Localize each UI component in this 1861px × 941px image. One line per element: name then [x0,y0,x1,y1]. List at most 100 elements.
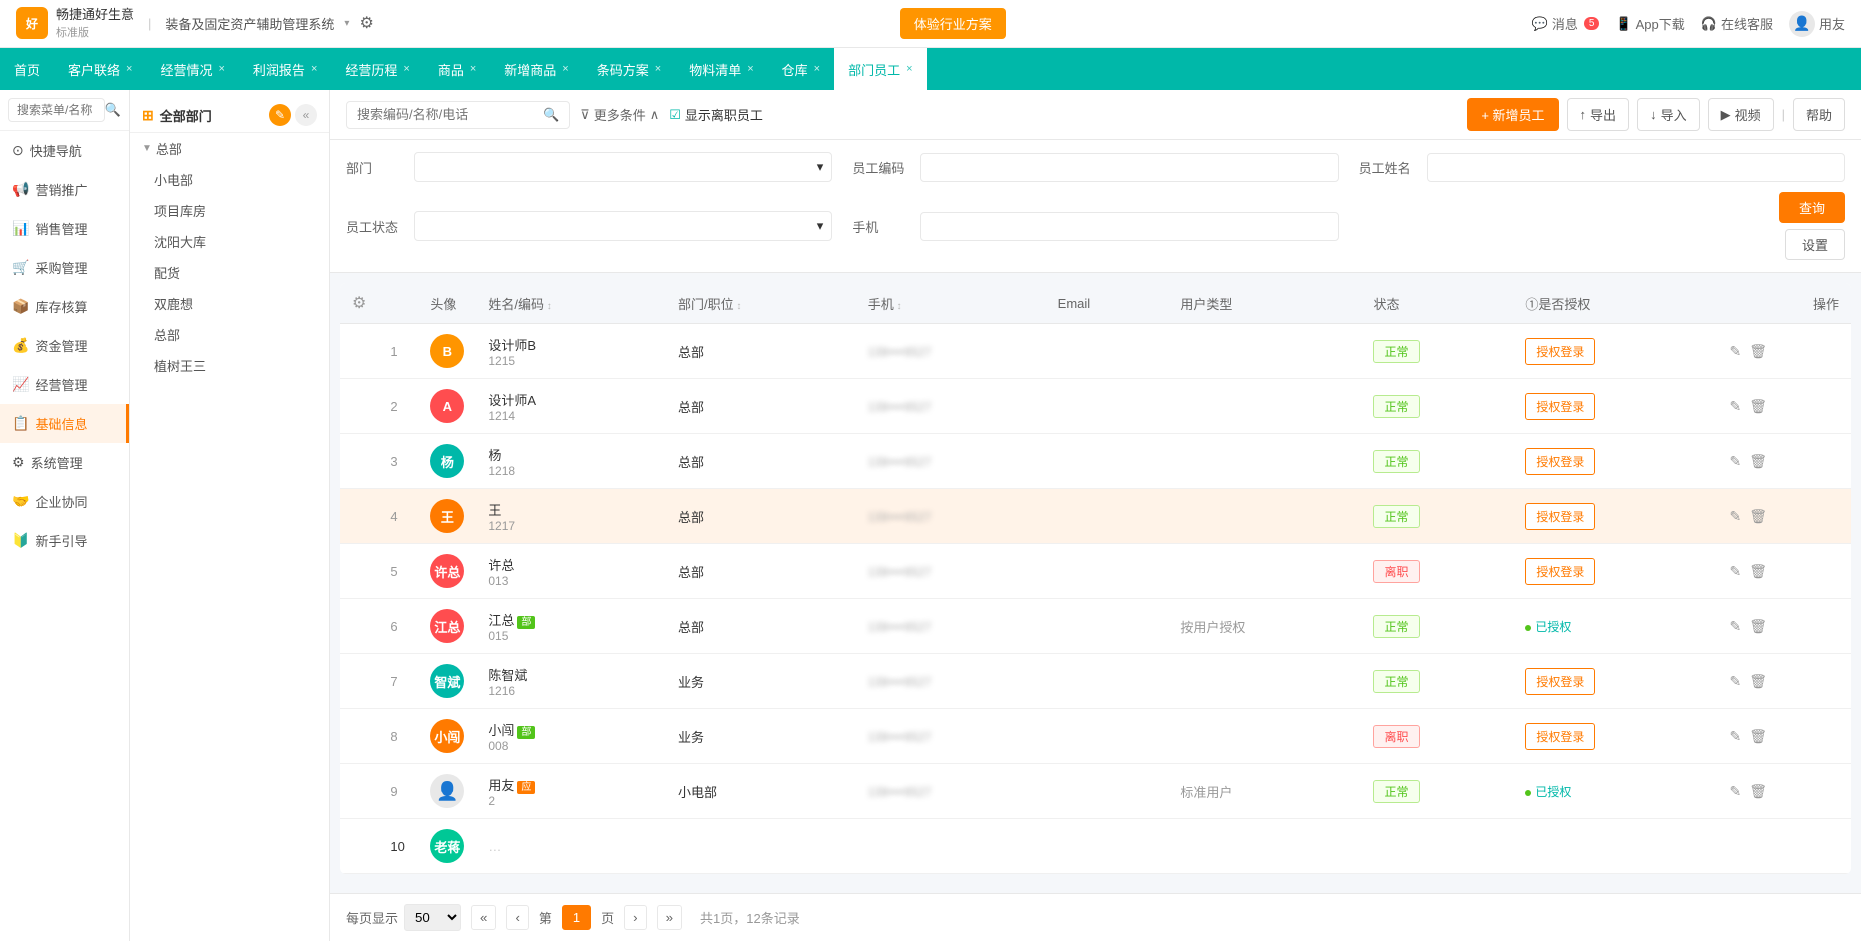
edit-icon[interactable]: ✎ [1729,673,1741,690]
nav-item-首页[interactable]: 首页 [0,48,54,90]
delete-icon[interactable]: 🗑 [1749,398,1767,415]
nav-item-经营情况[interactable]: 经营情况× [146,48,238,90]
th-dept[interactable]: 部门/职位 [666,283,856,324]
sidebar-item-guide[interactable]: 🔰新手引导 [0,521,129,560]
sidebar-item-inventory[interactable]: 📦库存核算 [0,287,129,326]
tree-collapse-btn[interactable]: « [295,104,317,126]
tree-node[interactable]: 沈阳大库 [130,226,329,257]
tree-node[interactable]: 植树王三 [130,350,329,381]
auth-button[interactable]: 授权登录 [1525,668,1595,695]
dept-select[interactable]: ▾ [414,152,832,182]
message-btn[interactable]: 💬 消息 5 [1532,14,1600,33]
page-size-select[interactable]: 50 100 [404,904,461,931]
sidebar-item-marketing[interactable]: 📢营销推广 [0,170,129,209]
more-filters-btn[interactable]: ⊽ 更多条件 ∧ [580,105,659,124]
tree-add-btn[interactable]: ✎ [269,104,291,126]
sidebar-item-quick-nav[interactable]: ⊙快捷导航 [0,131,129,170]
tree-node[interactable]: ▼ 总部 [130,133,329,164]
nav-close-icon[interactable]: × [470,63,476,75]
export-button[interactable]: ↑ 导出 [1567,98,1630,131]
nav-close-icon[interactable]: × [311,63,317,75]
edit-icon[interactable]: ✎ [1729,563,1741,580]
nav-item-经营历程[interactable]: 经营历程× [331,48,423,90]
auth-button[interactable]: 授权登录 [1525,338,1595,365]
online-service-btn[interactable]: 🎧 在线客服 [1701,14,1773,33]
sidebar-item-enterprise[interactable]: 🤝企业协同 [0,482,129,521]
tree-node[interactable]: 双鹿想 [130,288,329,319]
nav-item-部门员工[interactable]: 部门员工× [834,48,926,90]
nav-item-商品[interactable]: 商品× [424,48,490,90]
delete-icon[interactable]: 🗑 [1749,453,1767,470]
prev-page-btn[interactable]: ‹ [506,905,528,930]
sidebar-item-system[interactable]: ⚙系统管理 [0,443,129,482]
next-page-btn[interactable]: › [624,905,646,930]
nav-close-icon[interactable]: × [906,63,912,75]
delete-icon[interactable]: 🗑 [1749,618,1767,635]
nav-item-仓库[interactable]: 仓库× [768,48,834,90]
nav-close-icon[interactable]: × [218,63,224,75]
th-phone[interactable]: 手机 [856,283,1046,324]
edit-icon[interactable]: ✎ [1729,618,1741,635]
delete-icon[interactable]: 🗑 [1749,728,1767,745]
nav-close-icon[interactable]: × [747,63,753,75]
trial-button[interactable]: 体验行业方案 [900,8,1006,39]
delete-icon[interactable]: 🗑 [1749,343,1767,360]
nav-close-icon[interactable]: × [126,63,132,75]
phone-input[interactable] [920,212,1338,241]
nav-item-利润报告[interactable]: 利润报告× [239,48,331,90]
delete-icon[interactable]: 🗑 [1749,673,1767,690]
edit-icon[interactable]: ✎ [1729,508,1741,525]
code-input[interactable] [920,153,1338,182]
show-resigned-toggle[interactable]: ☑ 显示离职员工 [669,105,763,124]
add-employee-button[interactable]: + 新增员工 [1467,98,1558,131]
auth-button[interactable]: 授权登录 [1525,393,1595,420]
delete-icon[interactable]: 🗑 [1749,783,1767,800]
nav-item-条码方案[interactable]: 条码方案× [583,48,675,90]
nav-close-icon[interactable]: × [655,63,661,75]
status-select[interactable]: ▾ [414,211,832,241]
delete-icon[interactable]: 🗑 [1749,508,1767,525]
search-input[interactable] [357,107,537,122]
tree-node[interactable]: 项目库房 [130,195,329,226]
nav-close-icon[interactable]: × [814,63,820,75]
edit-icon[interactable]: ✎ [1729,398,1741,415]
sidebar-item-sales[interactable]: 📊销售管理 [0,209,129,248]
nav-item-物料清单[interactable]: 物料清单× [675,48,767,90]
sidebar-item-basic-info[interactable]: 📋基础信息 [0,404,129,443]
edit-icon[interactable]: ✎ [1729,343,1741,360]
nav-item-客户联络[interactable]: 客户联络× [54,48,146,90]
settings-col-icon[interactable]: ⚙ [352,295,366,312]
auth-button[interactable]: 授权登录 [1525,503,1595,530]
last-page-btn[interactable]: » [657,905,682,930]
delete-icon[interactable]: 🗑 [1749,563,1767,580]
nav-close-icon[interactable]: × [562,63,568,75]
import-button[interactable]: ↓ 导入 [1637,98,1700,131]
tree-node[interactable]: 小电部 [130,164,329,195]
nav-item-新增商品[interactable]: 新增商品× [490,48,582,90]
th-settings[interactable]: ⚙ [340,283,378,324]
view-button[interactable]: ▶ 视频 [1708,98,1774,131]
user-btn[interactable]: 👤 用友 [1789,11,1845,37]
first-page-btn[interactable]: « [471,905,496,930]
sidebar-item-capital[interactable]: 💰资金管理 [0,326,129,365]
tree-node[interactable]: 配货 [130,257,329,288]
tree-node[interactable]: 总部 [130,319,329,350]
settings-icon[interactable]: ⚙ [359,13,373,33]
auth-button[interactable]: 授权登录 [1525,558,1595,585]
edit-icon[interactable]: ✎ [1729,783,1741,800]
edit-icon[interactable]: ✎ [1729,453,1741,470]
name-input[interactable] [1427,153,1845,182]
app-download-btn[interactable]: 📱 App下载 [1615,14,1684,33]
query-button[interactable]: 查询 [1779,192,1845,223]
edit-icon[interactable]: ✎ [1729,728,1741,745]
nav-close-icon[interactable]: × [403,63,409,75]
show-resigned-checkbox[interactable]: ☑ [669,107,681,123]
auth-button[interactable]: 授权登录 [1525,448,1595,475]
auth-button[interactable]: 授权登录 [1525,723,1595,750]
setting-button[interactable]: 设置 [1785,229,1845,260]
th-name[interactable]: 姓名/编码 [476,283,666,324]
sidebar-item-purchase[interactable]: 🛒采购管理 [0,248,129,287]
system-title-arrow[interactable]: ▾ [344,18,349,29]
help-button[interactable]: 帮助 [1793,98,1845,131]
sidebar-search-input[interactable] [8,98,105,122]
